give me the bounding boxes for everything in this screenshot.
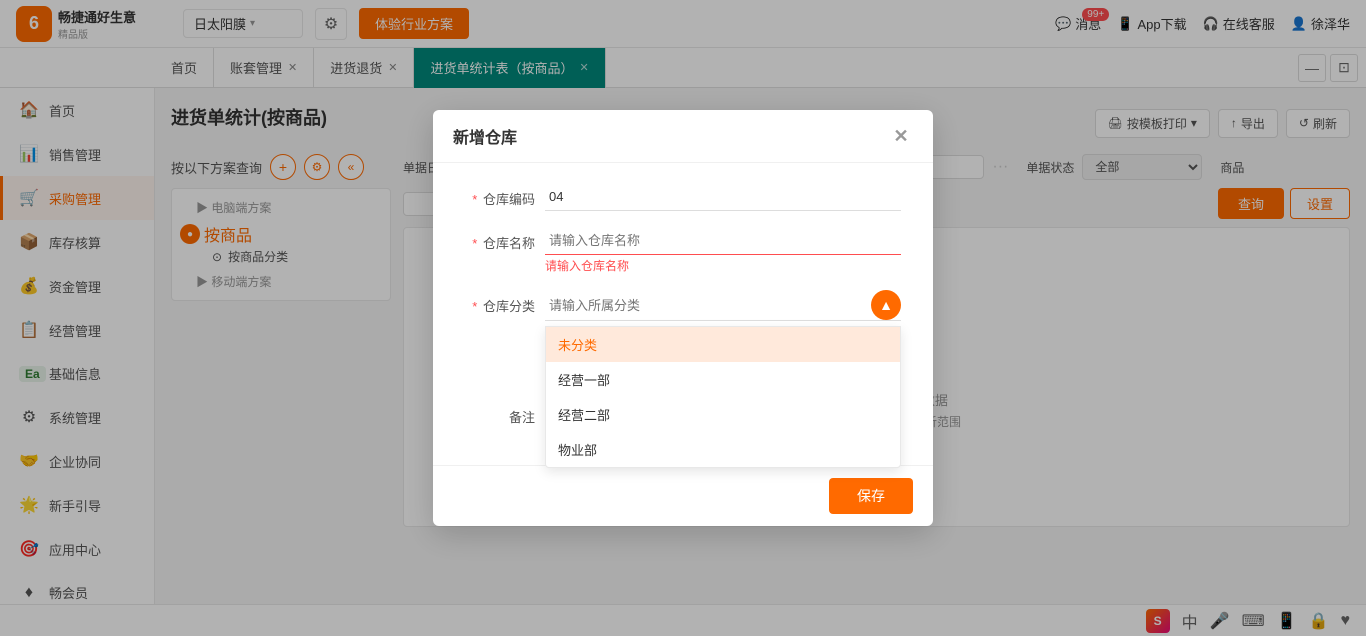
classify-required-star: *: [472, 299, 477, 314]
modal-overlay: 新增仓库 ✕ * 仓库编码 * 仓库名称: [0, 0, 1366, 636]
name-required-star: *: [472, 236, 477, 251]
classify-input-wrap: ▲ 未分类 经营一部 经营二部 物业部: [545, 290, 901, 321]
modal-footer: 保存: [433, 465, 933, 526]
classify-label: * 仓库分类: [465, 290, 535, 315]
dropdown-item-property[interactable]: 物业部: [546, 432, 900, 467]
classify-dropdown: 未分类 经营一部 经营二部 物业部: [545, 326, 901, 468]
modal-body: * 仓库编码 * 仓库名称 请输入仓库名称: [433, 163, 933, 465]
name-input-wrap: 请输入仓库名称: [545, 227, 901, 274]
classify-arrow-btn[interactable]: ▲: [871, 290, 901, 320]
name-error-message: 请输入仓库名称: [545, 257, 901, 274]
dropdown-item-dept1[interactable]: 经营一部: [546, 362, 900, 397]
classify-input[interactable]: [545, 292, 871, 319]
required-star: *: [472, 192, 477, 207]
code-label: * 仓库编码: [465, 183, 535, 208]
name-field-row: * 仓库名称 请输入仓库名称: [465, 227, 901, 274]
modal-title: 新增仓库: [453, 124, 517, 148]
modal-header: 新增仓库 ✕: [433, 110, 933, 163]
modal-add-warehouse: 新增仓库 ✕ * 仓库编码 * 仓库名称: [433, 110, 933, 526]
dropdown-item-dept2[interactable]: 经营二部: [546, 397, 900, 432]
code-input[interactable]: [545, 183, 901, 211]
code-field-row: * 仓库编码: [465, 183, 901, 211]
classify-input-row: ▲: [545, 290, 901, 321]
name-input[interactable]: [545, 227, 901, 255]
name-label: * 仓库名称: [465, 227, 535, 252]
code-input-wrap: [545, 183, 901, 211]
save-button[interactable]: 保存: [829, 478, 913, 514]
dropdown-item-uncategorized[interactable]: 未分类: [546, 327, 900, 362]
modal-close-button[interactable]: ✕: [889, 124, 913, 148]
classify-field-row: * 仓库分类 ▲ 未分类 经营一部 经营二部 物业部: [465, 290, 901, 321]
remark-label: 备注: [465, 401, 535, 426]
